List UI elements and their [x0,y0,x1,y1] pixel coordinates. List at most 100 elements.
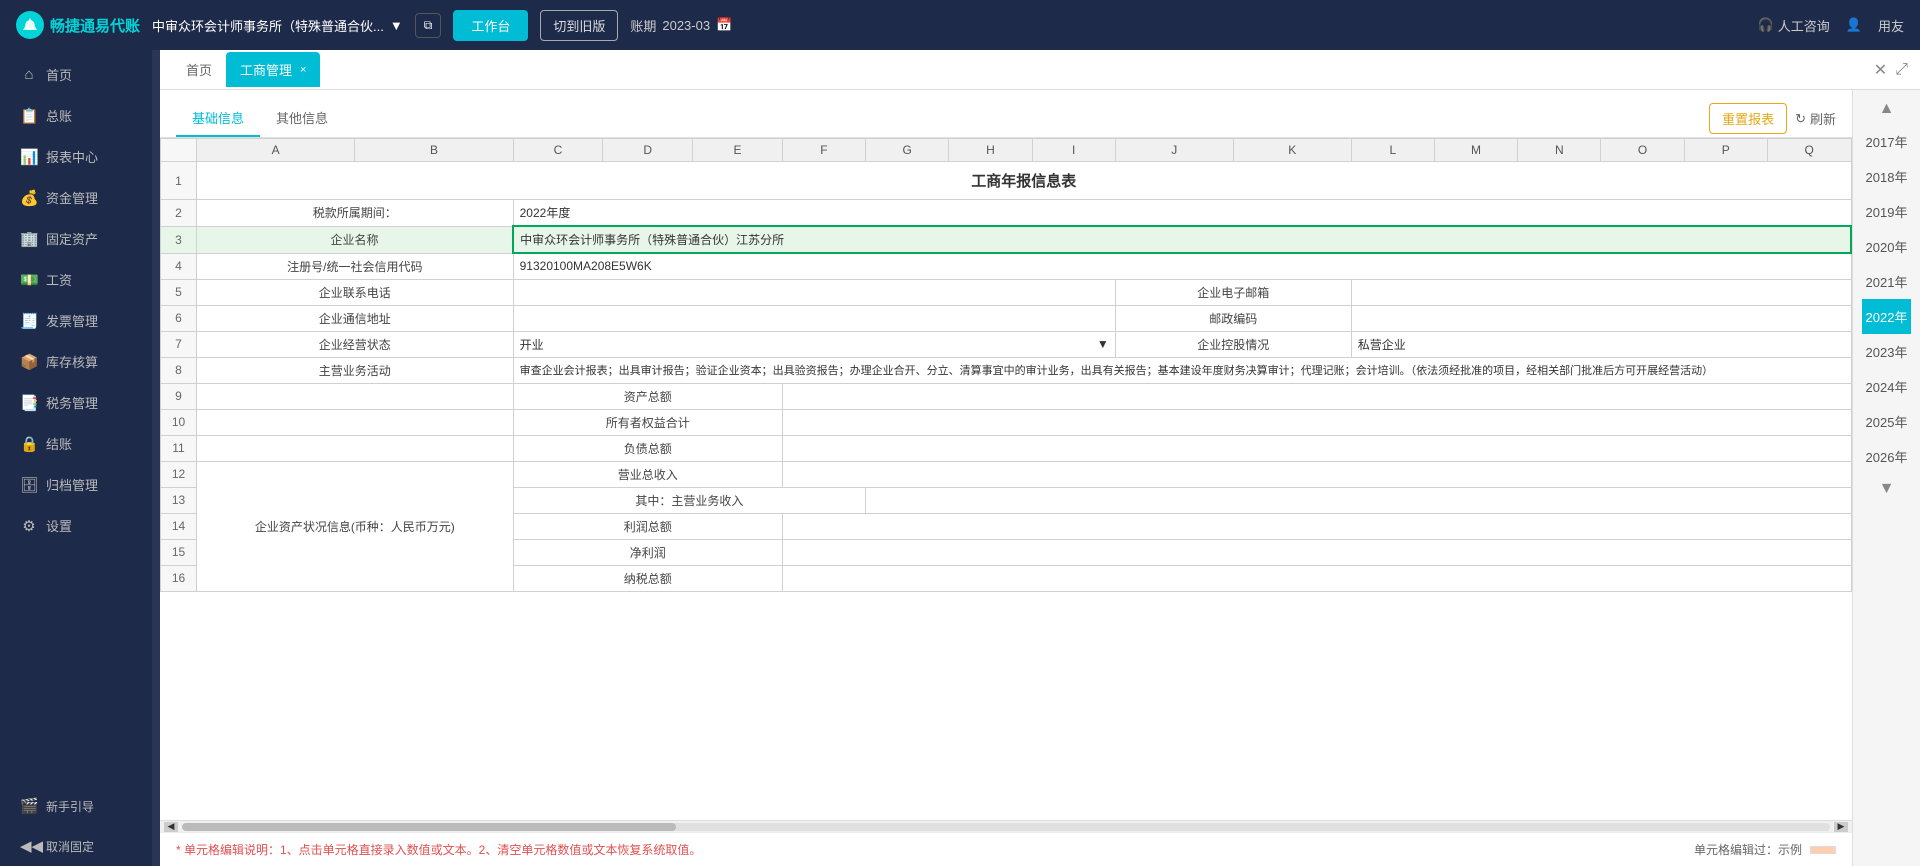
bottom-bar: * 单元格编辑说明：1、点击单元格直接录入数值或文本。2、清空单元格数值或文本恢… [160,832,1852,866]
period-info: 账期 2023-03 📅 [630,16,732,35]
sidebar-item-ledger[interactable]: 📋 总账 [0,95,160,136]
tab-home[interactable]: 首页 [172,52,226,87]
assets-value-cell[interactable] [782,383,1851,409]
company-selector[interactable]: 中审众环会计师事务所（特殊普通合伙... ▼ [152,16,403,35]
period-value-cell[interactable]: 2022年度 [513,200,1851,227]
postal-value-cell[interactable] [1351,305,1851,331]
r10-a [197,409,514,435]
revenue-value-cell[interactable] [782,461,1851,487]
sidebar-item-guide[interactable]: 🎬 新手引导 [0,786,160,826]
company-label-cell: 企业名称 [197,226,514,253]
consult-btn[interactable]: 🎧 人工咨询 [1758,16,1830,35]
debt-value-cell[interactable] [782,435,1851,461]
col-g: G [866,139,949,162]
profit-value-cell[interactable] [782,513,1851,539]
col-p: P [1684,139,1767,162]
email-value-cell[interactable] [1351,279,1851,305]
tab-label: 工商管理 [240,60,292,79]
sidebar-item-invoices[interactable]: 🧾 发票管理 [0,300,160,341]
year-item-2021年[interactable]: 2021年 [1862,264,1912,299]
scroll-thumb[interactable] [182,823,676,831]
year-item-2023年[interactable]: 2023年 [1862,334,1912,369]
sidebar-item-closing[interactable]: 🔒 结账 [0,423,160,464]
col-d: D [603,139,693,162]
col-h: H [949,139,1032,162]
sub-tab-other[interactable]: 其他信息 [260,100,344,137]
row-num-8: 8 [161,357,197,383]
tab-active[interactable]: 工商管理 × [226,52,320,87]
col-o: O [1601,139,1684,162]
control-value-cell[interactable]: 私营企业 [1351,331,1851,357]
sub-tab-basic[interactable]: 基础信息 [176,100,260,137]
sidebar-item-unpin[interactable]: ◀◀ 取消固定 [0,826,160,866]
title-cell[interactable]: 工商年报信息表 [197,162,1852,200]
sidebar-item-settings[interactable]: ⚙ 设置 [0,505,160,546]
main-revenue-value-cell[interactable] [866,487,1851,513]
year-item-2025年[interactable]: 2025年 [1862,404,1912,439]
year-item-2019年[interactable]: 2019年 [1862,194,1912,229]
sidebar-item-wages[interactable]: 💵 工资 [0,259,160,300]
phone-label-cell: 企业联系电话 [197,279,514,305]
phone-value-cell[interactable] [513,279,1115,305]
year-item-2020年[interactable]: 2020年 [1862,229,1912,264]
row-num-3: 3 [161,226,197,253]
sidebar-item-inventory[interactable]: 📦 库存核算 [0,341,160,382]
status-value-cell[interactable]: 开业 ▼ [513,331,1115,357]
sidebar-label-home: 首页 [46,65,72,84]
tax-value-cell[interactable] [782,565,1851,591]
sidebar-item-archive[interactable]: 🗄 归档管理 [0,464,160,505]
sidebar-item-reports[interactable]: 📊 报表中心 [0,136,160,177]
debt-label-cell: 负债总额 [513,435,782,461]
user-name: 用友 [1878,16,1904,35]
profit-label-cell: 利润总额 [513,513,782,539]
tab-expand[interactable]: ⤢ [1895,60,1908,80]
row-num-9: 9 [161,383,197,409]
tab-close-icon[interactable]: × [300,64,306,76]
workbench-button[interactable]: 工作台 [453,10,528,41]
sidebar-item-home[interactable]: ⌂ 首页 [0,54,160,95]
r9-a [197,383,514,409]
sidebar-label-archive: 归档管理 [46,475,98,494]
sidebar-item-funds[interactable]: 💰 资金管理 [0,177,160,218]
header-right: 🎧 人工咨询 👤 用友 [1758,16,1904,35]
year-nav-up[interactable]: ▲ [1853,94,1920,124]
email-label-cell: 企业电子邮箱 [1115,279,1351,305]
table-row: 3 企业名称 中审众环会计师事务所（特殊普通合伙）江苏分所 [161,226,1852,253]
old-version-button[interactable]: 切到旧版 [540,10,618,41]
col-m: M [1434,139,1517,162]
year-item-2024年[interactable]: 2024年 [1862,369,1912,404]
sidebar-item-assets[interactable]: 🏢 固定资产 [0,218,160,259]
tab-close-window[interactable]: ✕ [1874,60,1887,80]
spreadsheet-area[interactable]: A B C D E F G H I J K L [160,138,1852,820]
dropdown-icon[interactable]: ▼ [1097,337,1109,351]
scroll-right-btn[interactable]: ▶ [1834,822,1848,832]
row-num-10: 10 [161,409,197,435]
chevron-down-icon: ▼ [390,18,403,33]
unpin-label: 取消固定 [46,838,94,855]
year-item-2022年[interactable]: 2022年 [1862,299,1912,334]
scroll-left-btn[interactable]: ◀ [164,822,178,832]
sidebar: ⌂ 首页 📋 总账 📊 报表中心 💰 资金管理 🏢 固定资产 💵 工资 🧾 发票… [0,50,160,866]
guide-icon: 🎬 [20,797,38,815]
sidebar-label-assets: 固定资产 [46,229,98,248]
address-value-cell[interactable] [513,305,1115,331]
net-profit-value-cell[interactable] [782,539,1851,565]
copy-icon: ⧉ [424,18,433,33]
company-copy-btn[interactable]: ⧉ [415,13,442,38]
reset-report-button[interactable]: 重置报表 [1709,103,1787,134]
year-item-2017年[interactable]: 2017年 [1862,124,1912,159]
calendar-icon[interactable]: 📅 [716,17,732,33]
year-item-2018年[interactable]: 2018年 [1862,159,1912,194]
year-nav-down[interactable]: ▼ [1853,474,1920,504]
tab-actions: ✕ ⤢ [1874,60,1908,80]
refresh-button[interactable]: ↻ 刷新 [1795,109,1836,128]
year-item-2026年[interactable]: 2026年 [1862,439,1912,474]
horizontal-scrollbar[interactable]: ◀ ▶ [160,820,1852,832]
sidebar-item-tax[interactable]: 📑 税务管理 [0,382,160,423]
reg-value-cell[interactable]: 91320100MA208E5W6K [513,253,1851,279]
company-name-cell[interactable]: 中审众环会计师事务所（特殊普通合伙）江苏分所 [513,226,1851,253]
equity-value-cell[interactable] [782,409,1851,435]
user-avatar-icon: 👤 [1846,17,1862,33]
row-num-14: 14 [161,513,197,539]
business-value-cell[interactable]: 审查企业会计报表；出具审计报告；验证企业资本；出具验资报告；办理企业合开、分立、… [513,357,1851,383]
